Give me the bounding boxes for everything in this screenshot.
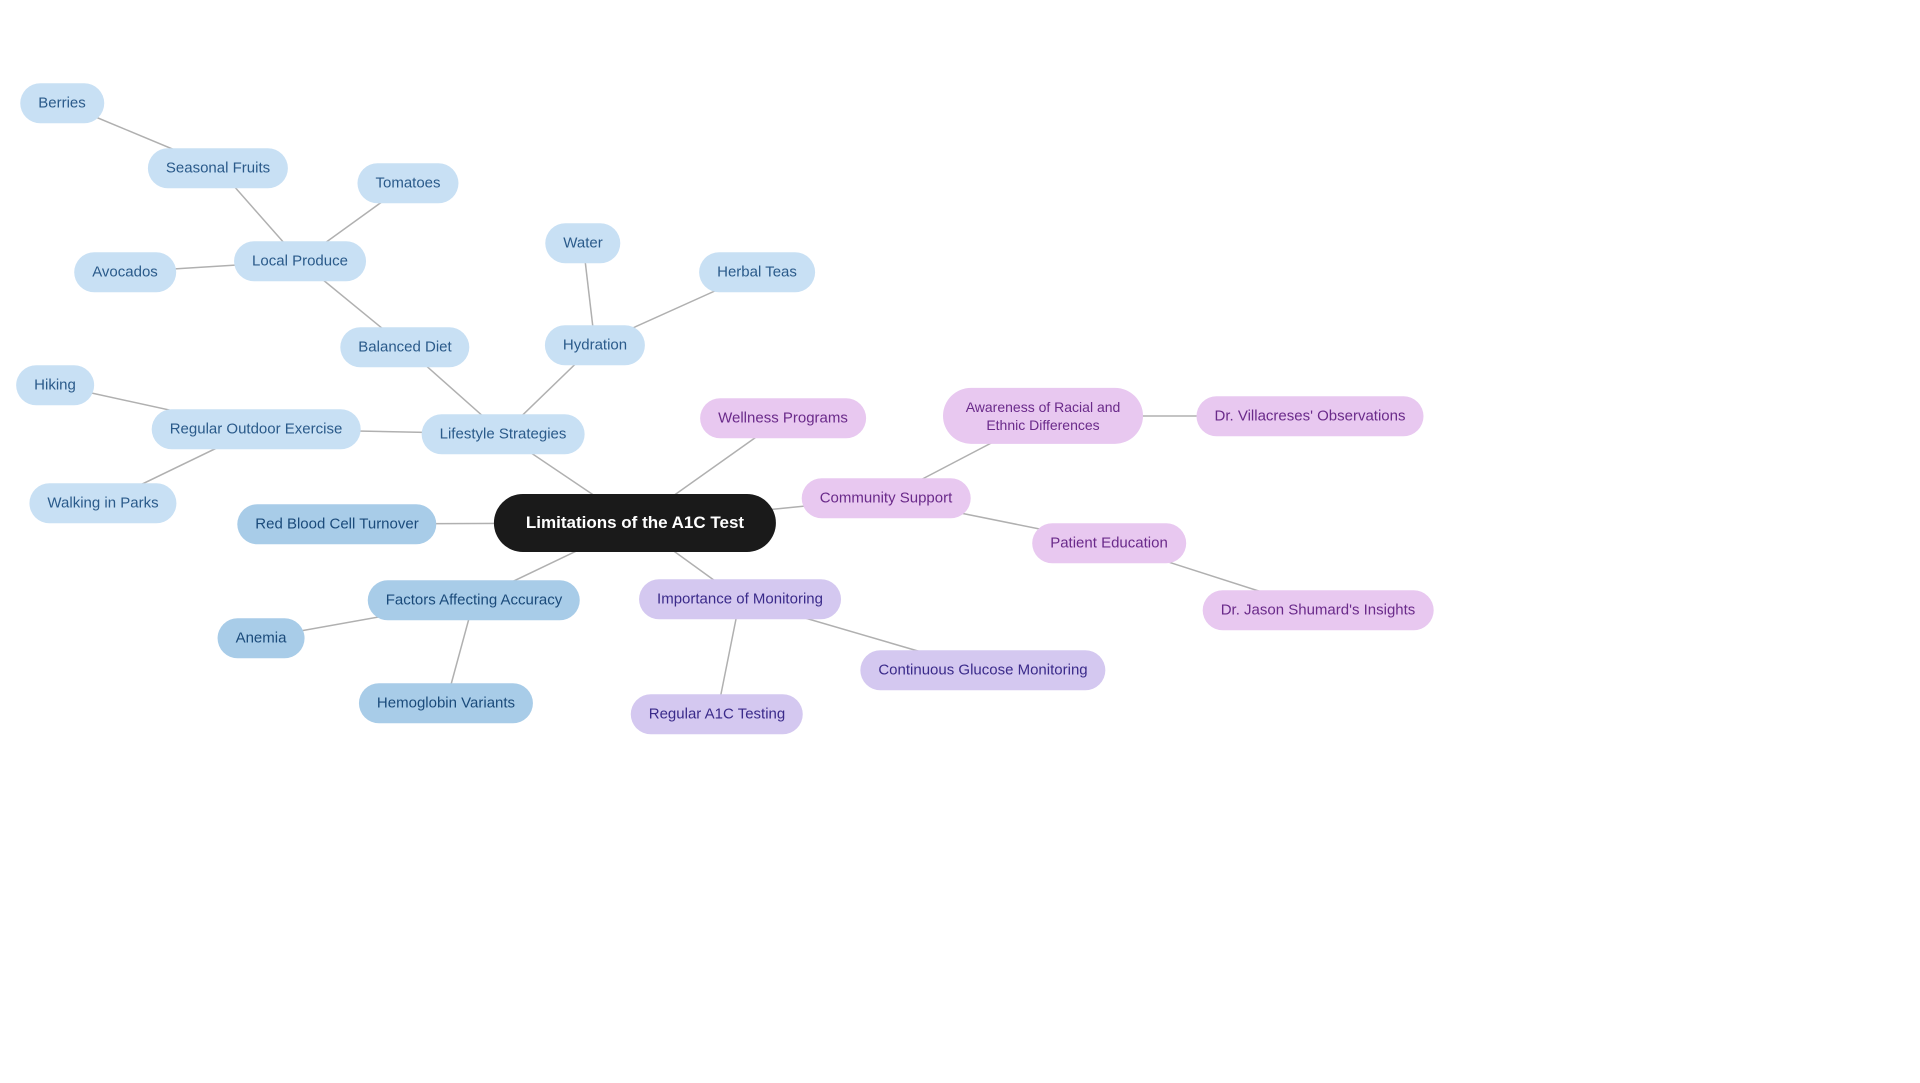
- node-anemia[interactable]: Anemia: [218, 618, 305, 658]
- node-water[interactable]: Water: [545, 223, 620, 263]
- node-dr-jason[interactable]: Dr. Jason Shumard's Insights: [1203, 590, 1434, 630]
- node-factors-accuracy[interactable]: Factors Affecting Accuracy: [368, 580, 580, 620]
- node-dr-villacreses[interactable]: Dr. Villacreses' Observations: [1197, 396, 1424, 436]
- node-awareness-racial[interactable]: Awareness of Racial and Ethnic Differenc…: [943, 388, 1143, 444]
- node-avocados[interactable]: Avocados: [74, 252, 176, 292]
- node-hydration[interactable]: Hydration: [545, 325, 645, 365]
- node-lifestyle-strategies[interactable]: Lifestyle Strategies: [422, 414, 585, 454]
- node-seasonal-fruits[interactable]: Seasonal Fruits: [148, 148, 288, 188]
- node-importance-monitoring[interactable]: Importance of Monitoring: [639, 579, 841, 619]
- node-tomatoes[interactable]: Tomatoes: [357, 163, 458, 203]
- node-rbc-turnover[interactable]: Red Blood Cell Turnover: [237, 504, 436, 544]
- node-hiking[interactable]: Hiking: [16, 365, 94, 405]
- node-walking-parks[interactable]: Walking in Parks: [29, 483, 176, 523]
- node-berries[interactable]: Berries: [20, 83, 104, 123]
- node-wellness-programs[interactable]: Wellness Programs: [700, 398, 866, 438]
- mind-map: Limitations of the A1C Test Berries Season…: [0, 0, 1920, 1083]
- center-node[interactable]: Limitations of the A1C Test: [494, 494, 776, 552]
- node-patient-education[interactable]: Patient Education: [1032, 523, 1186, 563]
- node-herbal-teas[interactable]: Herbal Teas: [699, 252, 815, 292]
- node-balanced-diet[interactable]: Balanced Diet: [340, 327, 469, 367]
- node-regular-a1c[interactable]: Regular A1C Testing: [631, 694, 803, 734]
- node-regular-outdoor[interactable]: Regular Outdoor Exercise: [152, 409, 361, 449]
- node-local-produce[interactable]: Local Produce: [234, 241, 366, 281]
- node-continuous-glucose[interactable]: Continuous Glucose Monitoring: [860, 650, 1105, 690]
- node-community-support[interactable]: Community Support: [802, 478, 971, 518]
- node-hemoglobin-variants[interactable]: Hemoglobin Variants: [359, 683, 533, 723]
